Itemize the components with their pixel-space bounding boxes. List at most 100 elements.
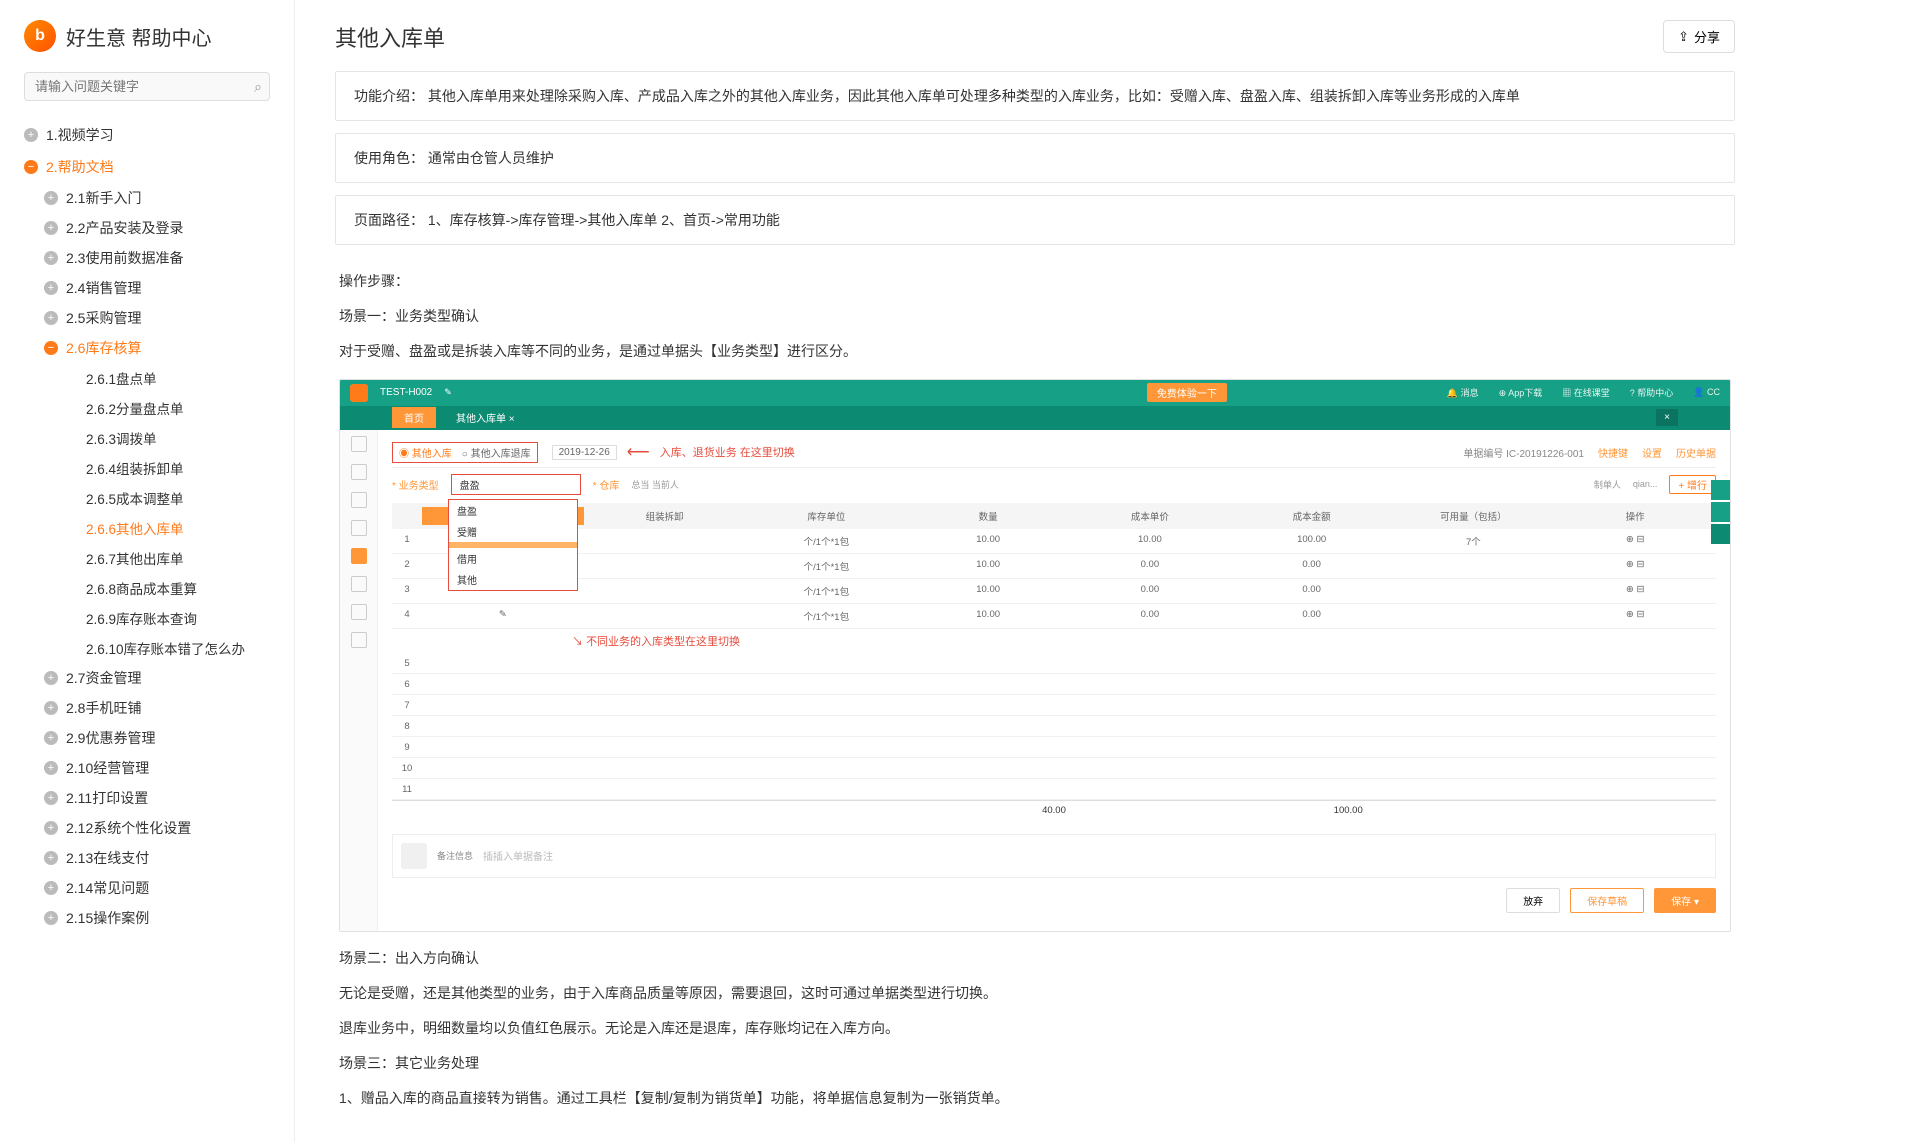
nav-item[interactable]: +2.15操作案例 (44, 903, 270, 933)
rail-icon (351, 436, 367, 452)
nav-item[interactable]: +2.11打印设置 (44, 783, 270, 813)
scene2-title: 场景二：出入方向确认 (339, 946, 1731, 971)
ss-trial-button: 免费体验一下 (1147, 383, 1227, 402)
nav-leaf[interactable]: 2.6.6其他入库单 (86, 513, 270, 543)
ss-date: 2019-12-26 (552, 445, 617, 460)
search-input[interactable] (24, 72, 270, 101)
nav-leaf[interactable]: 2.6.4组装拆卸单 (86, 453, 270, 483)
rail-icon-active (351, 548, 367, 564)
page-title: 其他入库单 (335, 21, 445, 53)
logo-icon: b (24, 20, 56, 52)
rail-icon (351, 464, 367, 480)
ss-tabs: 首页 其他入库单 × × (340, 406, 1730, 430)
scene3-p1: 1、赠品入库的商品直接转为销售。通过工具栏【复制/复制为销货单】功能，将单据信息… (339, 1086, 1731, 1111)
ss-maker-label: 制单人 (1594, 478, 1621, 491)
ss-user: 👤 CC (1693, 387, 1720, 398)
search-icon[interactable]: ⌕ (254, 78, 262, 95)
ss-actions: 放弃 保存草稿 保存 ▾ (392, 878, 1716, 923)
nav-item[interactable]: +2.3使用前数据准备 (44, 243, 270, 273)
ss-tool-setting: 设置 (1642, 445, 1662, 460)
sidebar: b 好生意 帮助中心 ⌕ +1.视频学习−2.帮助文档+2.1新手入门+2.2产… (0, 0, 295, 1142)
nav-leaf[interactable]: 2.6.2分量盘点单 (86, 393, 270, 423)
ss-left-rail (340, 430, 378, 931)
ss-env: TEST-H002 (380, 387, 432, 398)
nav-leaf[interactable]: 2.6.5成本调整单 (86, 483, 270, 513)
ss-dropdown-panel: 盘盈受赠借用其他 (448, 499, 578, 591)
nav-item[interactable]: −2.6库存核算 (44, 333, 270, 363)
nav-leaf[interactable]: 2.6.7其他出库单 (86, 543, 270, 573)
share-button[interactable]: ⇪ 分享 (1663, 20, 1735, 53)
ss-type-switch: ◉ 其他入库 ○ 其他入库退库 (392, 442, 538, 463)
ss-content: ◉ 其他入库 ○ 其他入库退库 2019-12-26 ⟵ 入库、退货业务 在这里… (378, 430, 1730, 931)
nav-item[interactable]: +2.1新手入门 (44, 183, 270, 213)
ss-biz-dropdown: 盘盈 (451, 474, 581, 495)
nav-item[interactable]: +2.7资金管理 (44, 663, 270, 693)
path-text: 1、库存核算->库存管理->其他入库单 2、首页->常用功能 (428, 212, 780, 228)
header-row: 其他入库单 ⇪ 分享 (335, 20, 1735, 53)
nav-item[interactable]: +2.12系统个性化设置 (44, 813, 270, 843)
ss-wh-label: * 仓库 (593, 477, 620, 492)
ss-link-app: ⊕ App下载 (1499, 386, 1543, 399)
rail-icon (351, 604, 367, 620)
ss-save: 保存 ▾ (1654, 888, 1716, 913)
nav-item[interactable]: +2.10经营管理 (44, 753, 270, 783)
scene1-desc: 对于受赠、盘盈或是拆装入库等不同的业务，是通过单据头【业务类型】进行区分。 (339, 339, 1731, 364)
ss-link-help: ? 帮助中心 (1630, 386, 1674, 399)
role-label: 使用角色： (354, 150, 424, 166)
ss-tab-home: 首页 (392, 407, 436, 428)
nav-leaf[interactable]: 2.6.10库存账本错了怎么办 (86, 633, 270, 663)
nav-leaf[interactable]: 2.6.3调拨单 (86, 423, 270, 453)
nav-item[interactable]: −2.帮助文档 (24, 151, 270, 183)
ss-annot1: 入库、退货业务 在这里切换 (660, 444, 795, 460)
ss-topbar: TEST-H002 ✎ 免费体验一下 🔔 消息 ⊕ App下载 ▦ 在线课堂 ?… (340, 380, 1730, 406)
main: 其他入库单 ⇪ 分享 功能介绍： 其他入库单用来处理除采购入库、产成品入库之外的… (295, 0, 1775, 1142)
content-section: 操作步骤： 场景一：业务类型确认 对于受赠、盘盈或是拆装入库等不同的业务，是通过… (335, 269, 1735, 1112)
nav-leaf[interactable]: 2.6.1盘点单 (86, 363, 270, 393)
embedded-screenshot: TEST-H002 ✎ 免费体验一下 🔔 消息 ⊕ App下载 ▦ 在线课堂 ?… (339, 379, 1731, 932)
intro-label: 功能介绍： (354, 88, 424, 104)
search-wrap: ⌕ (24, 72, 270, 101)
role-text: 通常由仓管人员维护 (428, 150, 554, 166)
ss-total-qty: 40.00 (980, 805, 1127, 816)
logo-row: b 好生意 帮助中心 (24, 20, 270, 52)
info-box-path: 页面路径： 1、库存核算->库存管理->其他入库单 2、首页->常用功能 (335, 195, 1735, 245)
ss-cancel: 放弃 (1506, 888, 1560, 913)
remark-icon (401, 843, 427, 869)
steps-heading: 操作步骤： (339, 269, 1731, 294)
ss-docno: 单据编号 IC-20191226-001 (1463, 445, 1584, 460)
nav-item[interactable]: +2.9优惠券管理 (44, 723, 270, 753)
ss-tool-shortcut: 快捷键 (1598, 445, 1628, 460)
nav-leaf[interactable]: 2.6.8商品成本重算 (86, 573, 270, 603)
ss-link-course: ▦ 在线课堂 (1562, 386, 1610, 399)
ss-remark: 备注信息 插插入单据备注 (392, 834, 1716, 878)
ss-tab-doc: 其他入库单 × (446, 407, 525, 428)
ss-biz-label: * 业务类型 (392, 477, 439, 492)
share-icon: ⇪ (1678, 29, 1689, 45)
scene2-p1: 无论是受赠，还是其他类型的业务，由于入库商品质量等原因，需要退回，这时可通过单据… (339, 981, 1731, 1006)
rail-icon (351, 492, 367, 508)
ss-float-icons (1711, 480, 1731, 546)
nav-item[interactable]: +1.视频学习 (24, 119, 270, 151)
nav-item[interactable]: +2.4销售管理 (44, 273, 270, 303)
ss-addrow: + 增行 (1669, 475, 1716, 494)
ss-table: 请选择...组装拆卸库存单位数量成本单价成本金额可用量（包括）操作 1✎个/1个… (392, 503, 1716, 820)
ss-tab-close: × (1656, 409, 1678, 426)
nav-item[interactable]: +2.2产品安装及登录 (44, 213, 270, 243)
rail-icon (351, 576, 367, 592)
path-label: 页面路径： (354, 212, 424, 228)
nav: +1.视频学习−2.帮助文档+2.1新手入门+2.2产品安装及登录+2.3使用前… (24, 119, 270, 933)
nav-item[interactable]: +2.13在线支付 (44, 843, 270, 873)
arrow-icon: ⟵ (627, 442, 650, 462)
info-box-intro: 功能介绍： 其他入库单用来处理除采购入库、产成品入库之外的其他入库业务，因此其他… (335, 71, 1735, 121)
nav-item[interactable]: +2.14常见问题 (44, 873, 270, 903)
ss-total-amt: 100.00 (1275, 805, 1422, 816)
scene1-title: 场景一：业务类型确认 (339, 304, 1731, 329)
rail-icon (351, 520, 367, 536)
rail-icon (351, 632, 367, 648)
ss-link-msg: 🔔 消息 (1447, 386, 1479, 399)
info-box-role: 使用角色： 通常由仓管人员维护 (335, 133, 1735, 183)
nav-leaf[interactable]: 2.6.9库存账本查询 (86, 603, 270, 633)
nav-item[interactable]: +2.8手机旺铺 (44, 693, 270, 723)
site-title: 好生意 帮助中心 (66, 22, 212, 51)
nav-item[interactable]: +2.5采购管理 (44, 303, 270, 333)
